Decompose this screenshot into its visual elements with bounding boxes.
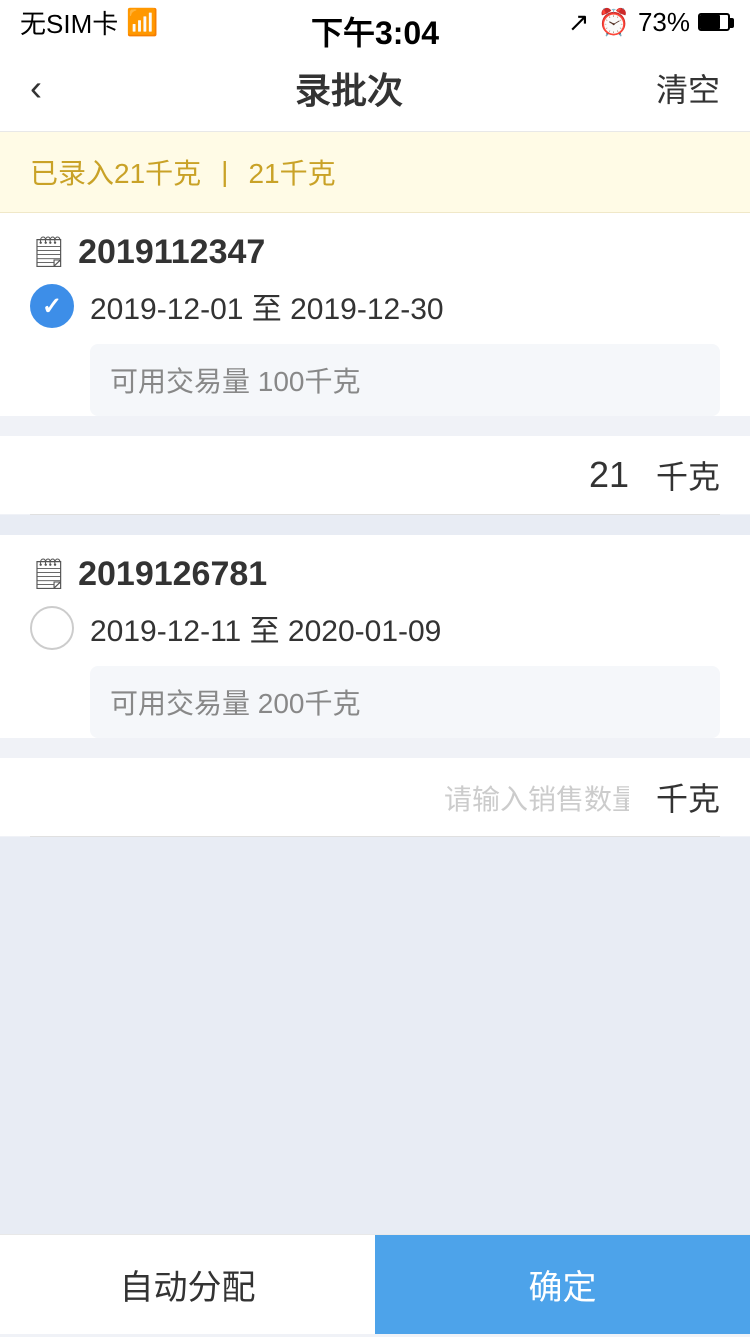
battery-label: 73% [638, 7, 690, 38]
batch-item-1: 🗒 2019112347 2019-12-01 至 2019-12-30 可用交… [0, 213, 750, 416]
auto-distribute-button[interactable]: 自动分配 [0, 1235, 375, 1334]
content: 🗒 2019112347 2019-12-01 至 2019-12-30 可用交… [0, 213, 750, 1337]
available-qty-box-1: 可用交易量 100千克 [90, 344, 720, 416]
nav-bar: ‹ 录批次 清空 [0, 44, 750, 132]
available-qty-text-1: 可用交易量 100千克 [110, 366, 361, 397]
page-title: 录批次 [295, 62, 403, 114]
input-row-2: 千克 [0, 758, 750, 836]
available-qty-box-2: 可用交易量 200千克 [90, 666, 720, 738]
battery-icon [698, 13, 730, 31]
batch-date-2: 2019-12-11 至 2020-01-09 [90, 606, 441, 650]
confirm-button[interactable]: 确定 [375, 1235, 750, 1334]
wifi-icon: 📶 [126, 7, 158, 38]
radio-2[interactable] [30, 606, 74, 650]
batch-date-row-2[interactable]: 2019-12-11 至 2020-01-09 [30, 606, 720, 650]
batch-id-2: 2019126781 [78, 555, 267, 594]
available-qty-text-2: 可用交易量 200千克 [110, 688, 361, 719]
confirm-label: 确定 [529, 1260, 597, 1309]
carrier-label: 无SIM卡 [20, 4, 118, 41]
footer: 自动分配 确定 [0, 1234, 750, 1334]
batch-date-row-1[interactable]: 2019-12-01 至 2019-12-30 [30, 284, 720, 328]
batch-id-1: 2019112347 [78, 233, 265, 272]
qty-input-2[interactable] [444, 776, 644, 818]
total-qty: 21千克 [248, 152, 335, 192]
batch-date-1: 2019-12-01 至 2019-12-30 [90, 284, 444, 328]
batch-icon-1: 🗒 [30, 235, 68, 270]
recorded-qty: 已录入21千克 [30, 152, 201, 192]
status-left: 无SIM卡 📶 [20, 4, 159, 41]
clear-button[interactable]: 清空 [656, 65, 720, 111]
location-icon: ↗ [568, 7, 590, 38]
unit-label-1: 千克 [656, 452, 720, 498]
batch-header-2: 🗒 2019126781 [30, 555, 720, 594]
info-banner: 已录入21千克 | 21千克 [0, 132, 750, 213]
alarm-icon: ⏰ [598, 7, 630, 38]
auto-distribute-label: 自动分配 [120, 1260, 256, 1309]
batch-item-2: 🗒 2019126781 2019-12-11 至 2020-01-09 可用交… [0, 535, 750, 738]
batch-header-1: 🗒 2019112347 [30, 233, 720, 272]
radio-1[interactable] [30, 284, 74, 328]
info-divider: | [221, 156, 228, 188]
bottom-spacer [0, 837, 750, 1237]
input-row-1: 千克 [0, 436, 750, 514]
back-button[interactable]: ‹ [30, 67, 42, 109]
status-time: 下午3:04 [311, 8, 439, 54]
status-right: ↗ ⏰ 73% [568, 7, 730, 38]
batch-icon-2: 🗒 [30, 557, 68, 592]
status-bar: 无SIM卡 📶 下午3:04 ↗ ⏰ 73% [0, 0, 750, 44]
unit-label-2: 千克 [656, 774, 720, 820]
qty-input-1[interactable] [444, 454, 644, 496]
section-divider [0, 515, 750, 535]
